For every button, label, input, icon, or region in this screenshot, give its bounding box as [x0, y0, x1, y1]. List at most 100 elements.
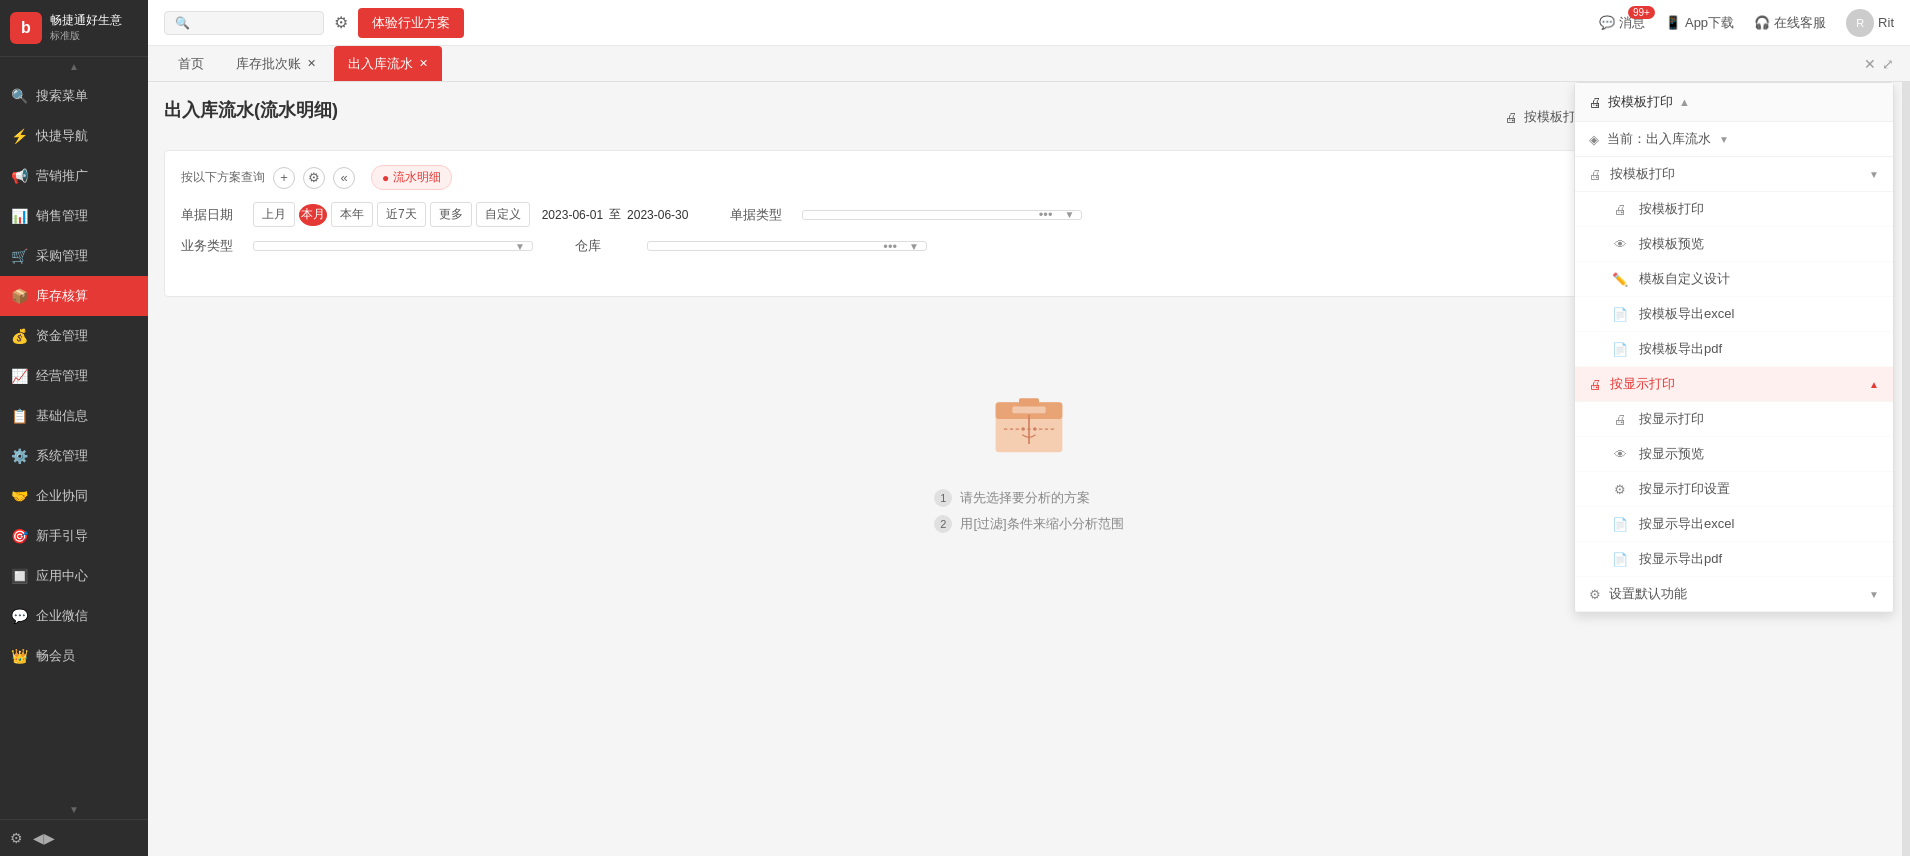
- sidebar-item-guide[interactable]: 🎯 新手引导: [0, 516, 148, 556]
- sidebar-quicknav-label: 快捷导航: [36, 127, 88, 145]
- app-download-button[interactable]: 📱 App下载: [1665, 14, 1734, 32]
- business-type-select[interactable]: [253, 241, 533, 251]
- flow-detail-dot: ●: [382, 171, 389, 185]
- sidebar-item-search[interactable]: 🔍 搜索菜单: [0, 76, 148, 116]
- service-icon: 🎧: [1754, 15, 1770, 30]
- tab-batch[interactable]: 库存批次账 ✕: [222, 46, 330, 81]
- batch-tab-close[interactable]: ✕: [307, 57, 316, 70]
- display-settings-label: 按显示打印设置: [1639, 480, 1730, 498]
- trial-button[interactable]: 体验行业方案: [358, 8, 464, 38]
- flow-tab-close[interactable]: ✕: [419, 57, 428, 70]
- sidebar-item-system[interactable]: ⚙️ 系统管理: [0, 436, 148, 476]
- collapse-sidebar-icon[interactable]: ◀▶: [33, 830, 55, 846]
- bill-type-select-wrapper: ▼ •••: [802, 210, 1082, 220]
- print-section-display[interactable]: 🖨 按显示打印 ▲: [1575, 367, 1893, 402]
- print-template-export-excel-item[interactable]: 📄 按模板导出excel: [1575, 297, 1893, 332]
- date-last7[interactable]: 近7天: [377, 202, 426, 227]
- bill-type-label: 单据类型: [730, 206, 790, 224]
- print-template-section-label: 按模板打印: [1610, 165, 1675, 183]
- svg-point-6: [1022, 427, 1025, 430]
- sidebar-item-inventory[interactable]: 📦 库存核算: [0, 276, 148, 316]
- sidebar-guide-label: 新手引导: [36, 527, 88, 545]
- sidebar-item-operations[interactable]: 📈 经营管理: [0, 356, 148, 396]
- print-display-export-excel-item[interactable]: 📄 按显示导出excel: [1575, 507, 1893, 542]
- topbar-search-box[interactable]: 🔍: [164, 11, 324, 35]
- sidebar-item-basic[interactable]: 📋 基础信息: [0, 396, 148, 436]
- sidebar-item-finance[interactable]: 💰 资金管理: [0, 316, 148, 356]
- tab-flow[interactable]: 出入库流水 ✕: [334, 46, 442, 81]
- app-edition: 标准版: [50, 29, 122, 43]
- right-scrollbar[interactable]: [1902, 82, 1910, 856]
- sales-icon: 📊: [10, 208, 28, 224]
- marketing-icon: 📢: [10, 168, 28, 184]
- sidebar-item-wechat[interactable]: 💬 企业微信: [0, 596, 148, 636]
- empty-step-1: 1 请先选择要分析的方案: [934, 489, 1123, 507]
- print-display-settings-item[interactable]: ⚙ 按显示打印设置: [1575, 472, 1893, 507]
- template-custom-label: 模板自定义设计: [1639, 270, 1730, 288]
- tab-home[interactable]: 首页: [164, 46, 218, 81]
- print-default-section-icon: ⚙: [1589, 587, 1601, 602]
- date-range: 2023-06-01 至 2023-06-30: [542, 206, 689, 223]
- inventory-icon: 📦: [10, 288, 28, 304]
- warehouse-more-icon[interactable]: •••: [883, 239, 897, 254]
- sidebar-item-sales[interactable]: 📊 销售管理: [0, 196, 148, 236]
- print-section-template-label-row: 🖨 按模板打印: [1589, 165, 1675, 183]
- filter-settings-button[interactable]: ⚙: [303, 167, 325, 189]
- flow-detail-tag[interactable]: ● 流水明细: [371, 165, 452, 190]
- date-more[interactable]: 更多: [430, 202, 472, 227]
- display-settings-icon: ⚙: [1611, 482, 1629, 497]
- flow-detail-label: 流水明细: [393, 169, 441, 186]
- date-this-year[interactable]: 本年: [331, 202, 373, 227]
- print-current-icon: ◈: [1589, 132, 1599, 147]
- print-section-default[interactable]: ⚙ 设置默认功能 ▼: [1575, 577, 1893, 612]
- sidebar-item-purchase[interactable]: 🛒 采购管理: [0, 236, 148, 276]
- sidebar-item-appcenter[interactable]: 🔲 应用中心: [0, 556, 148, 596]
- svg-rect-5: [1012, 407, 1045, 414]
- filter-collapse-button[interactable]: «: [333, 167, 355, 189]
- system-icon: ⚙️: [10, 448, 28, 464]
- print-section-template[interactable]: 🖨 按模板打印 ▼: [1575, 157, 1893, 192]
- appcenter-icon: 🔲: [10, 568, 28, 584]
- svg-point-7: [1033, 427, 1036, 430]
- bill-type-more-icon[interactable]: •••: [1039, 207, 1053, 222]
- print-current-label: 当前：出入库流水: [1607, 130, 1711, 148]
- print-dropdown-header-chevron: ▲: [1679, 96, 1690, 108]
- settings-bottom-icon[interactable]: ⚙: [10, 830, 23, 846]
- date-custom[interactable]: 自定义: [476, 202, 530, 227]
- sidebar: b 畅捷通好生意 标准版 ▲ 🔍 搜索菜单 ⚡ 快捷导航 📢 营销推广 📊 销售…: [0, 0, 148, 856]
- sidebar-appcenter-label: 应用中心: [36, 567, 88, 585]
- window-maximize-icon[interactable]: ⤢: [1882, 56, 1894, 72]
- sidebar-scroll-down[interactable]: ▼: [0, 800, 148, 819]
- topbar-gear-icon[interactable]: ⚙: [334, 13, 348, 32]
- print-template-print-item[interactable]: 🖨 按模板打印: [1575, 192, 1893, 227]
- print-template-export-pdf-item[interactable]: 📄 按模板导出pdf: [1575, 332, 1893, 367]
- business-type-wrapper: ▼: [253, 241, 533, 251]
- print-display-section-chevron: ▲: [1869, 379, 1879, 390]
- sidebar-item-member[interactable]: 👑 畅会员: [0, 636, 148, 676]
- template-print-icon: 🖨: [1611, 202, 1629, 217]
- window-close-icon[interactable]: ✕: [1864, 56, 1876, 72]
- date-last-month[interactable]: 上月: [253, 202, 295, 227]
- warehouse-wrapper: ▼ •••: [647, 241, 927, 251]
- sidebar-scroll-up[interactable]: ▲: [0, 57, 148, 76]
- sidebar-item-collab[interactable]: 🤝 企业协同: [0, 476, 148, 516]
- sidebar-logo: b 畅捷通好生意 标准版: [0, 0, 148, 57]
- service-button[interactable]: 🎧 在线客服: [1754, 14, 1826, 32]
- print-display-export-pdf-item[interactable]: 📄 按显示导出pdf: [1575, 542, 1893, 577]
- sidebar-item-quicknav[interactable]: ⚡ 快捷导航: [0, 116, 148, 156]
- sidebar-item-marketing[interactable]: 📢 营销推广: [0, 156, 148, 196]
- print-template-preview-item[interactable]: 👁 按模板预览: [1575, 227, 1893, 262]
- print-display-preview-item[interactable]: 👁 按显示预览: [1575, 437, 1893, 472]
- sidebar-nav: 🔍 搜索菜单 ⚡ 快捷导航 📢 营销推广 📊 销售管理 🛒 采购管理 📦 库存核…: [0, 76, 148, 800]
- date-this-month[interactable]: 本月: [299, 204, 327, 226]
- template-export-excel-label: 按模板导出excel: [1639, 305, 1734, 323]
- step-2-num: 2: [934, 515, 952, 533]
- add-filter-button[interactable]: +: [273, 167, 295, 189]
- print-template-custom-item[interactable]: ✏️ 模板自定义设计: [1575, 262, 1893, 297]
- print-display-print-item[interactable]: 🖨 按显示打印: [1575, 402, 1893, 437]
- purchase-icon: 🛒: [10, 248, 28, 264]
- template-export-excel-icon: 📄: [1611, 307, 1629, 322]
- sidebar-system-label: 系统管理: [36, 447, 88, 465]
- user-avatar-button[interactable]: R Rit: [1846, 9, 1894, 37]
- message-button[interactable]: 💬 消息 99+: [1599, 14, 1645, 32]
